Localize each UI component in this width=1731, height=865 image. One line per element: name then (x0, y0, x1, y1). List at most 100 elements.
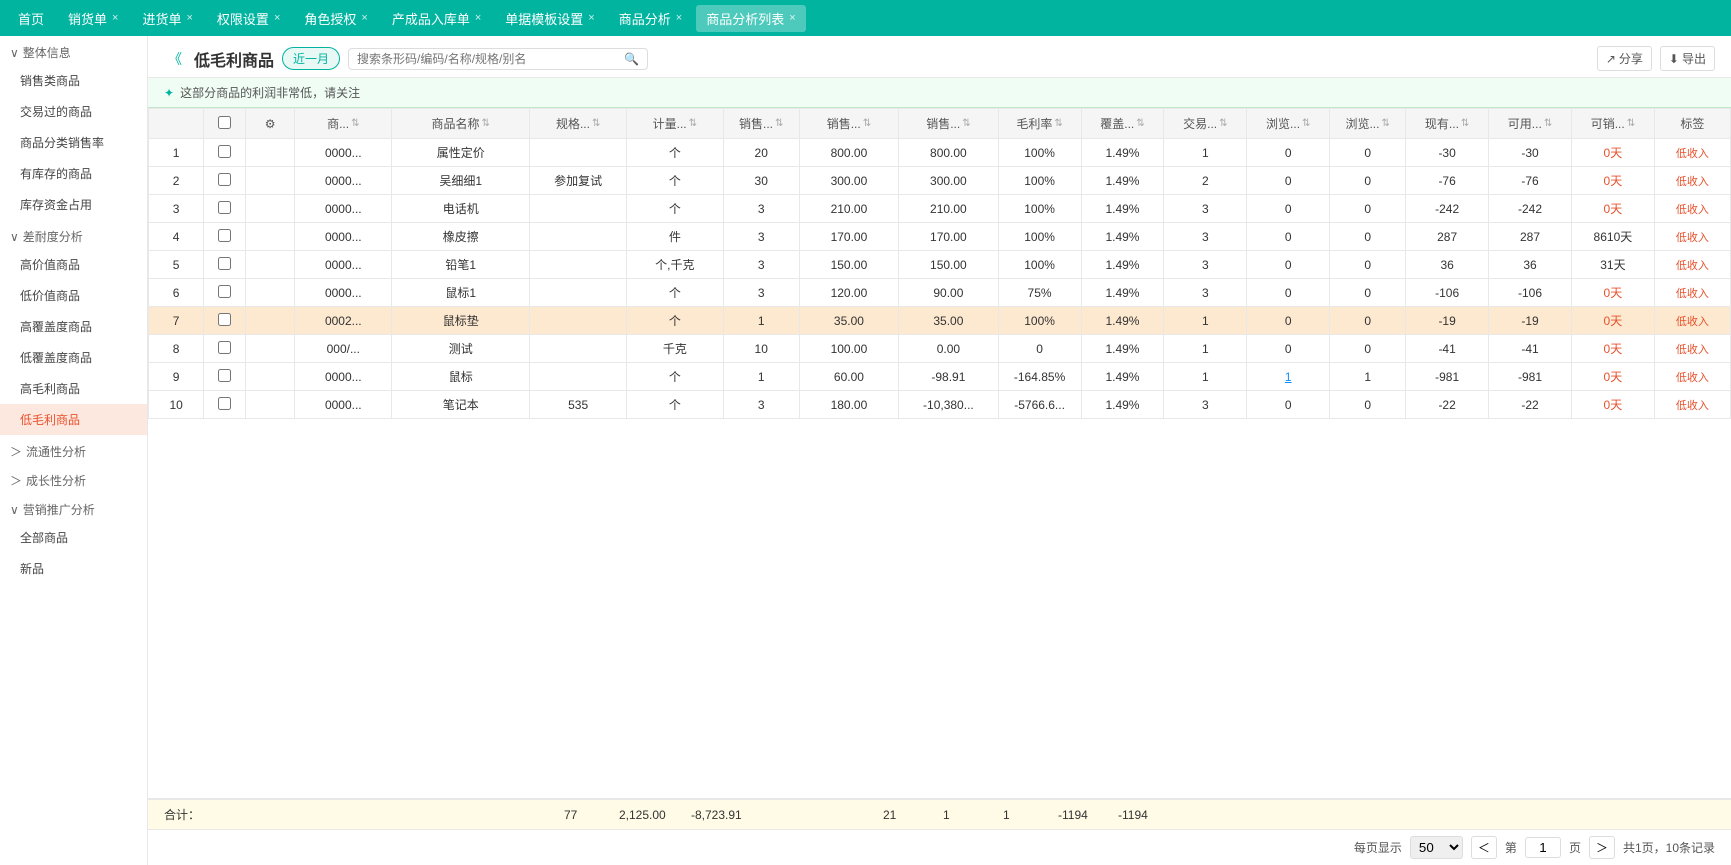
row-price1: 800.00 (799, 139, 898, 167)
prev-page-button[interactable]: ＜ (1471, 836, 1497, 859)
col-header-view1[interactable]: 浏览...⇅ (1247, 109, 1330, 139)
col-header-code[interactable]: 商...⇅ (295, 109, 392, 139)
col-header-cover[interactable]: 覆盖...⇅ (1081, 109, 1164, 139)
row-view2: 0 (1330, 251, 1406, 279)
sidebar-group-circulation[interactable]: ＞ 流通性分析 (0, 435, 147, 464)
sort-icon: ⇅ (1219, 118, 1227, 129)
close-icon[interactable]: × (186, 12, 192, 24)
row-num: 4 (149, 223, 204, 251)
sidebar-item-sales-goods[interactable]: 销售类商品 (0, 65, 147, 96)
close-icon[interactable]: × (112, 12, 118, 24)
col-header-price1[interactable]: 销售...⇅ (799, 109, 898, 139)
sidebar-item-low-coverage[interactable]: 低覆盖度商品 (0, 342, 147, 373)
share-button[interactable]: ↗ 分享 (1597, 46, 1652, 71)
col-header-stock1[interactable]: 现有...⇅ (1406, 109, 1489, 139)
nav-product-analysis[interactable]: 商品分析 × (609, 5, 692, 32)
row-unit: 件 (627, 223, 724, 251)
col-header-salable[interactable]: 可销...⇅ (1571, 109, 1654, 139)
sidebar-group-tolerance[interactable]: ∨ 差耐度分析 (0, 220, 147, 249)
sidebar-item-high-value[interactable]: 高价值商品 (0, 249, 147, 280)
nav-sales[interactable]: 销货单 × (58, 5, 128, 32)
row-cover: 1.49% (1081, 223, 1164, 251)
sidebar-item-low-value[interactable]: 低价值商品 (0, 280, 147, 311)
col-header-view2[interactable]: 浏览...⇅ (1330, 109, 1406, 139)
row-checkbox[interactable] (218, 201, 231, 214)
row-salable: 0天 (1571, 363, 1654, 391)
col-header-trade[interactable]: 交易...⇅ (1164, 109, 1247, 139)
close-icon[interactable]: × (676, 12, 682, 24)
filter-period-button[interactable]: 近一月 (282, 47, 340, 70)
row-checkbox[interactable] (218, 173, 231, 186)
sidebar-item-high-coverage[interactable]: 高覆盖度商品 (0, 311, 147, 342)
sidebar-item-new-goods[interactable]: 新品 (0, 553, 147, 584)
col-header-name[interactable]: 商品名称⇅ (392, 109, 530, 139)
nav-purchase[interactable]: 进货单 × (132, 5, 202, 32)
row-checkbox[interactable] (218, 145, 231, 158)
next-page-button[interactable]: ＞ (1589, 836, 1615, 859)
nav-home[interactable]: 首页 (8, 5, 54, 32)
col-header-price2[interactable]: 销售...⇅ (899, 109, 998, 139)
row-cover: 1.49% (1081, 195, 1164, 223)
sort-icon: ⇅ (863, 118, 871, 129)
row-salable: 0天 (1571, 279, 1654, 307)
tag-label: 低收入 (1676, 204, 1709, 216)
close-icon[interactable]: × (361, 12, 367, 24)
row-checkbox[interactable] (218, 341, 231, 354)
col-header-stock2[interactable]: 可用...⇅ (1489, 109, 1572, 139)
close-icon[interactable]: × (789, 12, 795, 24)
export-button[interactable]: ⬇ 导出 (1660, 46, 1715, 71)
page-number-input[interactable] (1525, 837, 1561, 858)
row-gross-rate: -164.85% (998, 363, 1081, 391)
sidebar-group-overall[interactable]: ∨ 整体信息 (0, 36, 147, 65)
row-checkbox[interactable] (218, 313, 231, 326)
footer-price1: 2,125.00 (619, 808, 691, 822)
sidebar-collapse-button[interactable]: 《 (164, 47, 186, 71)
col-header-tag[interactable]: 标签 (1654, 109, 1730, 139)
sidebar-item-traded-goods[interactable]: 交易过的商品 (0, 96, 147, 127)
sort-icon: ⇅ (1627, 118, 1635, 129)
row-checkbox[interactable] (218, 229, 231, 242)
row-view1: 0 (1247, 391, 1330, 419)
sidebar-group-growth[interactable]: ＞ 成长性分析 (0, 464, 147, 493)
nav-product-inbound[interactable]: 产成品入库单 × (382, 5, 491, 32)
chevron-right-icon: ＞ (10, 443, 22, 460)
row-tag: 低收入 (1654, 391, 1730, 419)
view-link[interactable]: 1 (1285, 370, 1292, 384)
col-header-check (204, 109, 245, 139)
row-code: 0000... (295, 195, 392, 223)
row-tag: 低收入 (1654, 307, 1730, 335)
row-spec (530, 307, 627, 335)
row-stock2: -19 (1489, 307, 1572, 335)
nav-template[interactable]: 单据模板设置 × (495, 5, 604, 32)
row-gross-rate: 100% (998, 307, 1081, 335)
row-checkbox[interactable] (218, 257, 231, 270)
col-header-settings[interactable]: ⚙ (245, 109, 295, 139)
sidebar-item-low-margin[interactable]: 低毛利商品 (0, 404, 147, 435)
row-stock2: -30 (1489, 139, 1572, 167)
close-icon[interactable]: × (475, 12, 481, 24)
select-all-checkbox[interactable] (218, 116, 231, 129)
nav-permissions[interactable]: 权限设置 × (207, 5, 290, 32)
sidebar-item-all-goods[interactable]: 全部商品 (0, 522, 147, 553)
row-view1: 0 (1247, 167, 1330, 195)
table-row: 3 0000... 电话机 个 3 210.00 210.00 100% 1.4… (149, 195, 1731, 223)
col-header-unit[interactable]: 计量...⇅ (627, 109, 724, 139)
sidebar-item-category-sales-rate[interactable]: 商品分类销售率 (0, 127, 147, 158)
close-icon[interactable]: × (274, 12, 280, 24)
col-header-gross-rate[interactable]: 毛利率⇅ (998, 109, 1081, 139)
close-icon[interactable]: × (588, 12, 594, 24)
row-checkbox[interactable] (218, 397, 231, 410)
row-checkbox[interactable] (218, 285, 231, 298)
page-size-select[interactable]: 50 100 200 (1410, 836, 1463, 859)
sidebar-item-in-stock[interactable]: 有库存的商品 (0, 158, 147, 189)
nav-roles[interactable]: 角色授权 × (294, 5, 377, 32)
sidebar-item-high-margin[interactable]: 高毛利商品 (0, 373, 147, 404)
col-header-spec[interactable]: 规格...⇅ (530, 109, 627, 139)
row-checkbox[interactable] (218, 369, 231, 382)
col-header-qty[interactable]: 销售...⇅ (723, 109, 799, 139)
sidebar-item-inventory-funds[interactable]: 库存资金占用 (0, 189, 147, 220)
search-input[interactable] (357, 52, 620, 66)
nav-analysis-list[interactable]: 商品分析列表 × (696, 5, 805, 32)
tag-label: 低收入 (1676, 288, 1709, 300)
sidebar-group-marketing[interactable]: ∨ 营销推广分析 (0, 493, 147, 522)
